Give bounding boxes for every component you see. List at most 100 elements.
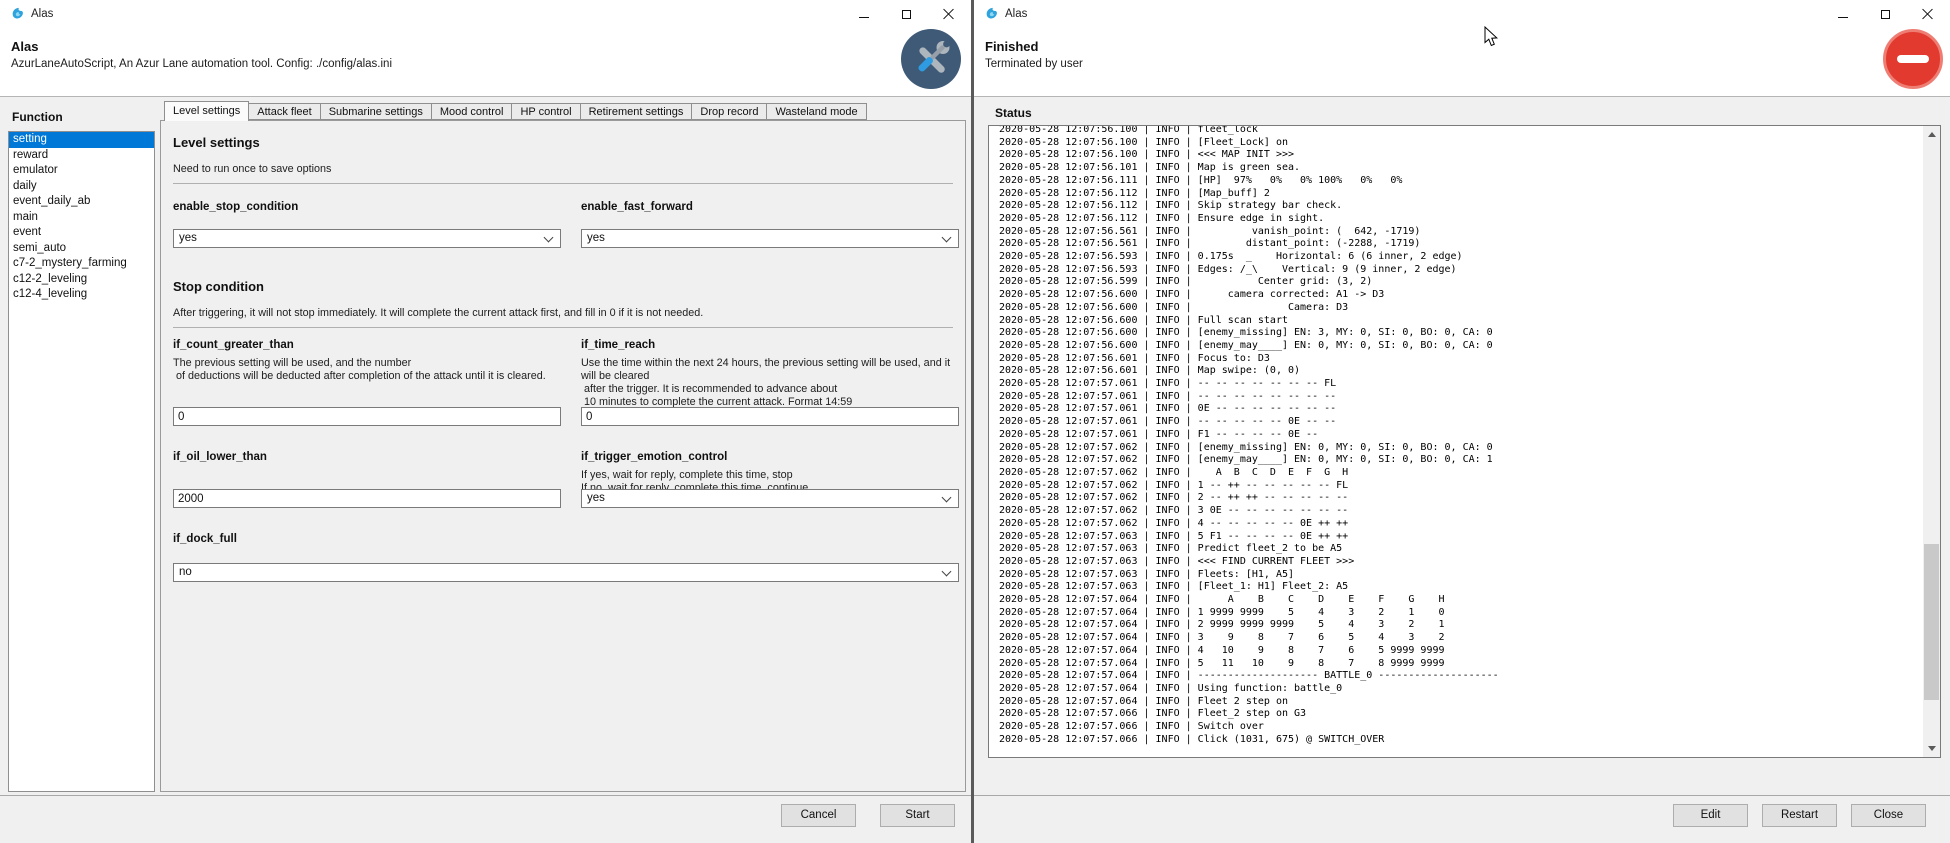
edit-button[interactable]: Edit — [1673, 804, 1748, 827]
log-line: 2020-05-28 12:07:56.561 | INFO | distant… — [999, 238, 1922, 251]
run-status-title: Finished — [985, 39, 1038, 54]
settings-tab[interactable]: Wasteland mode — [766, 103, 866, 120]
field-desc-if-time-reach: Use the time within the next 24 hours, t… — [581, 357, 950, 409]
log-line: 2020-05-28 12:07:57.064 | INFO | 2 9999 … — [999, 619, 1922, 632]
restart-button[interactable]: Restart — [1762, 804, 1837, 827]
settings-tab[interactable]: Attack fleet — [248, 103, 320, 120]
log-line: 2020-05-28 12:07:57.064 | INFO | A B C D… — [999, 594, 1922, 607]
settings-tab[interactable]: Level settings — [164, 101, 249, 121]
function-list-item[interactable]: c12-2_leveling — [9, 272, 154, 288]
if-dock-full-select[interactable]: no — [173, 563, 959, 582]
log-line: 2020-05-28 12:07:57.066 | INFO | Click (… — [999, 734, 1922, 747]
maximize-icon — [902, 10, 911, 19]
app-title: Alas — [11, 39, 38, 54]
enable-fast-forward-select[interactable]: yes — [581, 229, 959, 248]
function-list-item[interactable]: c12-4_leveling — [9, 287, 154, 303]
function-listbox[interactable]: settingrewardemulatordailyevent_daily_ab… — [8, 131, 155, 792]
tools-badge-icon — [901, 29, 961, 89]
log-line: 2020-05-28 12:07:57.063 | INFO | 5 F1 --… — [999, 531, 1922, 544]
log-line: 2020-05-28 12:07:57.064 | INFO | Using f… — [999, 683, 1922, 696]
level-settings-panel: Level settings Need to run once to save … — [160, 120, 966, 792]
settings-tab[interactable]: Submarine settings — [320, 103, 432, 120]
section-title-level-settings: Level settings — [173, 135, 260, 150]
minimize-button[interactable] — [843, 0, 885, 28]
section-title-stop-condition: Stop condition — [173, 279, 264, 294]
function-list-item[interactable]: emulator — [9, 163, 154, 179]
maximize-button[interactable] — [885, 0, 927, 28]
settings-tab[interactable]: Mood control — [431, 103, 513, 120]
settings-tab[interactable]: Retirement settings — [580, 103, 693, 120]
log-line: 2020-05-28 12:07:56.100 | INFO | fleet_l… — [999, 125, 1922, 137]
log-line: 2020-05-28 12:07:56.600 | INFO | camera … — [999, 289, 1922, 302]
log-line: 2020-05-28 12:07:57.061 | INFO | -- -- -… — [999, 378, 1922, 391]
if-dock-full-value: no — [179, 566, 192, 578]
if-trigger-emotion-control-value: yes — [587, 492, 605, 504]
log-line: 2020-05-28 12:07:57.062 | INFO | A B C D… — [999, 467, 1922, 480]
log-line: 2020-05-28 12:07:57.061 | INFO | 0E -- -… — [999, 403, 1922, 416]
window-controls — [843, 0, 969, 28]
log-line: 2020-05-28 12:07:57.061 | INFO | -- -- -… — [999, 391, 1922, 404]
start-button[interactable]: Start — [880, 804, 955, 827]
divider — [173, 183, 953, 184]
alas-settings-window: Alas Alas AzurLaneAutoScript, An Azur La… — [0, 0, 971, 843]
log-scrollbar[interactable] — [1923, 126, 1940, 757]
settings-tab[interactable]: HP control — [511, 103, 580, 120]
log-line: 2020-05-28 12:07:56.600 | INFO | Camera:… — [999, 302, 1922, 315]
log-line: 2020-05-28 12:07:57.064 | INFO | Fleet 2… — [999, 696, 1922, 709]
settings-tab[interactable]: Drop record — [691, 103, 767, 120]
log-line: 2020-05-28 12:07:57.064 | INFO | 5 11 10… — [999, 658, 1922, 671]
log-line: 2020-05-28 12:07:56.111 | INFO | [HP] 97… — [999, 175, 1922, 188]
if-trigger-emotion-control-select[interactable]: yes — [581, 489, 959, 508]
minimize-icon — [1838, 17, 1848, 18]
close-icon — [1921, 8, 1933, 20]
settings-tabbar: Level settingsAttack fleetSubmarine sett… — [165, 101, 867, 120]
log-line: 2020-05-28 12:07:57.063 | INFO | <<< FIN… — [999, 556, 1922, 569]
log-output[interactable]: 2020-05-28 12:07:56.100 | INFO | fleet_l… — [988, 125, 1941, 758]
function-list-item[interactable]: daily — [9, 179, 154, 195]
close-run-button[interactable]: Close — [1851, 804, 1926, 827]
window-title: Alas — [1005, 8, 1027, 20]
field-label-if-time-reach: if_time_reach — [581, 339, 655, 351]
log-line: 2020-05-28 12:07:57.062 | INFO | 3 0E --… — [999, 505, 1922, 518]
log-line: 2020-05-28 12:07:56.112 | INFO | Skip st… — [999, 200, 1922, 213]
function-list-item[interactable]: main — [9, 210, 154, 226]
enable-fast-forward-value: yes — [587, 232, 605, 244]
function-list-item[interactable]: reward — [9, 148, 154, 164]
maximize-button[interactable] — [1864, 0, 1906, 28]
chevron-down-icon — [942, 233, 952, 243]
mouse-cursor — [1484, 26, 1498, 53]
scrollbar-thumb[interactable] — [1924, 544, 1939, 700]
window-title: Alas — [31, 8, 53, 20]
minimize-button[interactable] — [1822, 0, 1864, 28]
cancel-button[interactable]: Cancel — [781, 804, 856, 827]
function-list-item[interactable]: setting — [9, 132, 154, 148]
function-list-item[interactable]: semi_auto — [9, 241, 154, 257]
function-list-item[interactable]: event_daily_ab — [9, 194, 154, 210]
close-button[interactable] — [1906, 0, 1948, 28]
field-label-enable-fast-forward: enable_fast_forward — [581, 201, 693, 213]
maximize-icon — [1881, 10, 1890, 19]
if-oil-lower-than-input[interactable] — [173, 489, 561, 508]
log-line: 2020-05-28 12:07:57.064 | INFO | 1 9999 … — [999, 607, 1922, 620]
field-label-enable-stop-condition: enable_stop_condition — [173, 201, 298, 213]
log-line: 2020-05-28 12:07:57.063 | INFO | Fleets:… — [999, 569, 1922, 582]
function-list-item[interactable]: event — [9, 225, 154, 241]
minimize-icon — [859, 17, 869, 18]
log-line: 2020-05-28 12:07:57.062 | INFO | [enemy_… — [999, 454, 1922, 467]
scroll-down-button[interactable] — [1923, 740, 1940, 757]
enable-stop-condition-select[interactable]: yes — [173, 229, 561, 248]
log-line: 2020-05-28 12:07:57.064 | INFO | 3 9 8 7… — [999, 632, 1922, 645]
log-line: 2020-05-28 12:07:56.593 | INFO | Edges: … — [999, 264, 1922, 277]
log-line: 2020-05-28 12:07:57.064 | INFO | 4 10 9 … — [999, 645, 1922, 658]
arrow-up-icon — [1928, 132, 1936, 137]
run-status-subtitle: Terminated by user — [985, 58, 1083, 70]
if-count-greater-than-input[interactable] — [173, 407, 561, 426]
close-button[interactable] — [927, 0, 969, 28]
log-line: 2020-05-28 12:07:56.100 | INFO | [Fleet_… — [999, 137, 1922, 150]
function-list-item[interactable]: c7-2_mystery_farming — [9, 256, 154, 272]
if-time-reach-input[interactable] — [581, 407, 959, 426]
alas-run-log-window: Alas Finished Terminated by user Status … — [974, 0, 1950, 843]
chevron-down-icon — [544, 233, 554, 243]
scroll-up-button[interactable] — [1923, 126, 1940, 143]
log-line: 2020-05-28 12:07:57.061 | INFO | -- -- -… — [999, 416, 1922, 429]
